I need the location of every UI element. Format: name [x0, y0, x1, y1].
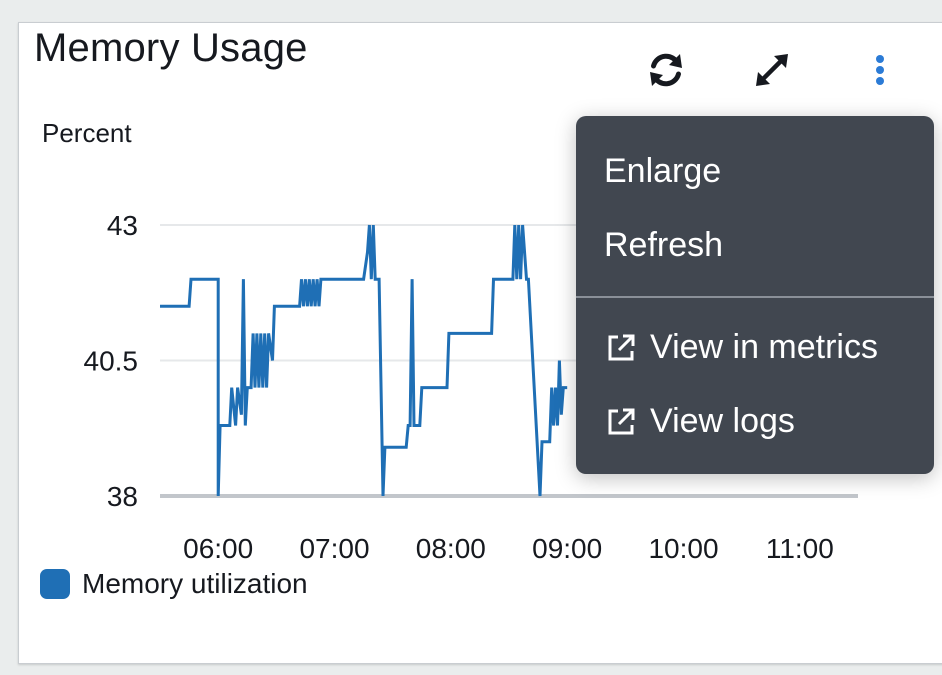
legend-label: Memory utilization — [82, 568, 308, 599]
y-tick-label: 43 — [107, 210, 138, 241]
legend-swatch — [40, 569, 70, 599]
menu-item-label: View in metrics — [650, 328, 878, 366]
x-tick-label: 10:00 — [648, 533, 718, 564]
x-tick-label: 07:00 — [299, 533, 369, 564]
menu-item-view-logs[interactable]: View logs — [604, 402, 795, 441]
y-tick-label: 38 — [107, 481, 138, 512]
external-link-icon — [608, 334, 635, 360]
y-tick-label: 40.5 — [84, 346, 139, 377]
x-tick-label: 08:00 — [416, 533, 486, 564]
menu-item-label: View logs — [650, 402, 795, 440]
x-tick-label: 11:00 — [766, 533, 834, 564]
menu-item-label: Enlarge — [604, 152, 722, 190]
x-tick-label: 06:00 — [183, 533, 253, 564]
external-link-icon — [608, 408, 635, 434]
widget-actions-menu: Enlarge Refresh View in metrics View log… — [576, 116, 934, 474]
menu-item-refresh[interactable]: Refresh — [604, 226, 723, 265]
menu-divider — [576, 296, 934, 298]
x-tick-label: 09:00 — [532, 533, 602, 564]
menu-item-view-in-metrics[interactable]: View in metrics — [604, 328, 878, 367]
menu-item-label: Refresh — [604, 226, 724, 264]
menu-item-enlarge[interactable]: Enlarge — [604, 152, 721, 191]
legend[interactable]: Memory utilization — [40, 568, 308, 600]
